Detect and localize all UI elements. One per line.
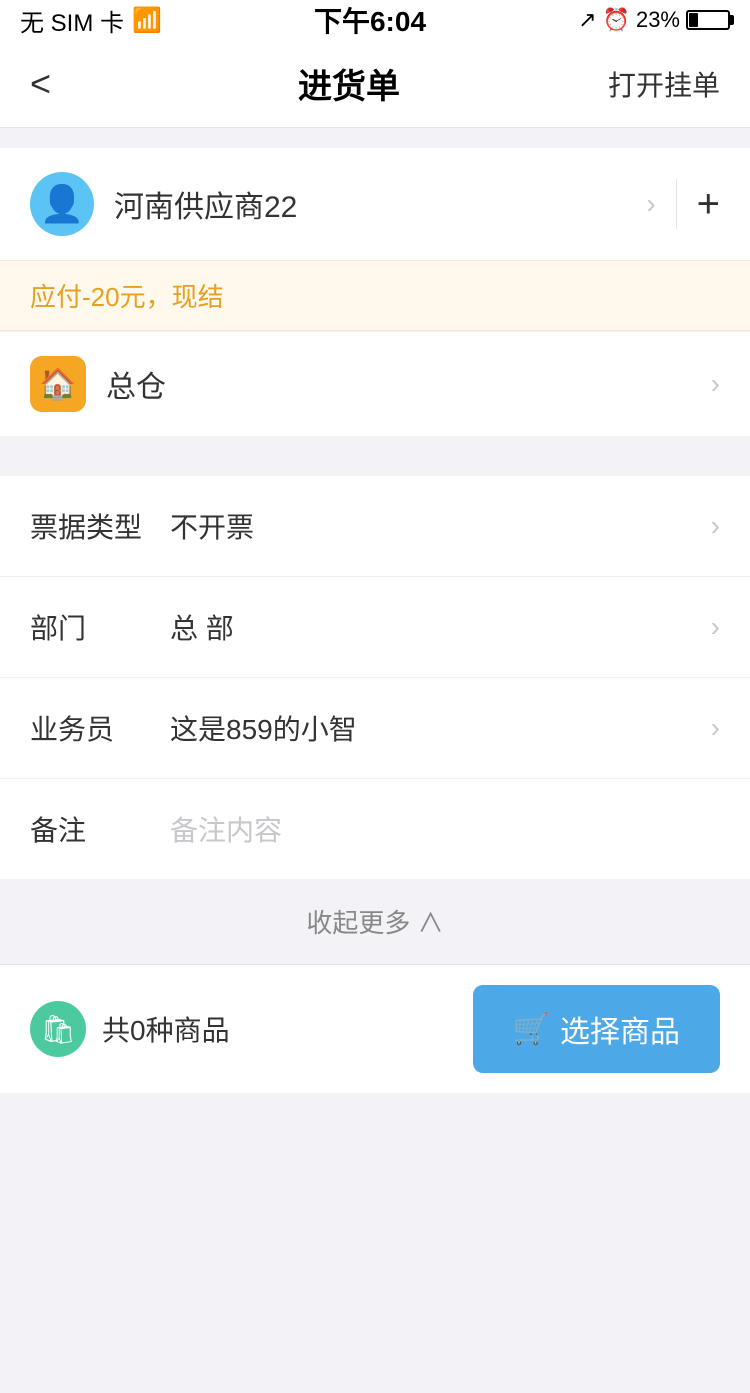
open-pending-button[interactable]: 打开挂单 xyxy=(608,64,720,104)
dept-row[interactable]: 部门 总 部 › xyxy=(0,577,750,678)
status-bar: 无 SIM 卡 📶 下午6:04 ↗ ⏰ 23% xyxy=(0,0,750,40)
add-button[interactable]: + xyxy=(697,182,720,227)
status-time: 下午6:04 xyxy=(314,0,426,40)
sales-label: 业务员 xyxy=(30,708,170,748)
person-icon: 👤 xyxy=(40,183,85,225)
page-title: 进货单 xyxy=(298,59,400,108)
bottom-bar: 🛍 共0种商品 🛒 选择商品 xyxy=(0,964,750,1093)
location-icon: ↗ xyxy=(578,7,596,33)
product-count-area: 🛍 共0种商品 xyxy=(30,1001,230,1057)
select-product-button[interactable]: 🛒 选择商品 xyxy=(473,985,720,1073)
alarm-icon: ⏰ xyxy=(603,7,630,33)
shopping-bag-icon: 🛍 xyxy=(40,1013,76,1046)
warehouse-arrow-icon: › xyxy=(711,368,720,400)
select-btn-label: 选择商品 xyxy=(560,1007,680,1051)
battery-label: 23% xyxy=(636,7,680,33)
sales-row[interactable]: 业务员 这是859的小智 › xyxy=(0,678,750,779)
nav-bar: < 进货单 打开挂单 xyxy=(0,40,750,128)
status-left: 无 SIM 卡 📶 xyxy=(20,3,162,38)
supplier-arrow-icon: › xyxy=(646,188,655,220)
select-icon: 🛒 xyxy=(513,1012,550,1047)
dept-value: 总 部 xyxy=(170,607,711,647)
notice-text: 应付-20元，现结 xyxy=(30,282,224,312)
form-section: 票据类型 不开票 › 部门 总 部 › 业务员 这是859的小智 › 备注 备注… xyxy=(0,476,750,879)
product-icon: 🛍 xyxy=(30,1001,86,1057)
invoice-row[interactable]: 票据类型 不开票 › xyxy=(0,476,750,577)
collapse-button[interactable]: 收起更多 ∧ xyxy=(306,903,443,940)
sales-value: 这是859的小智 xyxy=(170,708,711,748)
dept-arrow-icon: › xyxy=(711,611,720,643)
warehouse-row[interactable]: 🏠 总仓 › xyxy=(0,331,750,436)
house-icon: 🏠 xyxy=(39,367,76,402)
remark-row[interactable]: 备注 备注内容 xyxy=(0,779,750,879)
warehouse-name: 总仓 xyxy=(106,362,711,406)
notice-banner: 应付-20元，现结 xyxy=(0,260,750,331)
supplier-row[interactable]: 👤 河南供应商22 › + xyxy=(0,148,750,260)
remark-input[interactable]: 备注内容 xyxy=(170,809,720,849)
battery-icon xyxy=(686,10,730,30)
product-count-text: 共0种商品 xyxy=(102,1009,230,1049)
supplier-name: 河南供应商22 xyxy=(114,182,646,226)
invoice-label: 票据类型 xyxy=(30,506,170,546)
carrier-label: 无 SIM 卡 xyxy=(20,3,124,38)
wifi-icon: 📶 xyxy=(132,6,162,35)
divider-mid xyxy=(0,436,750,456)
invoice-arrow-icon: › xyxy=(711,510,720,542)
remark-label: 备注 xyxy=(30,809,170,849)
supplier-vertical-divider xyxy=(676,179,677,229)
status-right: ↗ ⏰ 23% xyxy=(578,7,730,33)
supplier-section: 👤 河南供应商22 › + 应付-20元，现结 🏠 总仓 › xyxy=(0,148,750,436)
back-button[interactable]: < xyxy=(30,63,90,105)
page-background xyxy=(0,1093,750,1393)
warehouse-icon: 🏠 xyxy=(30,356,86,412)
supplier-avatar: 👤 xyxy=(30,172,94,236)
divider-top xyxy=(0,128,750,148)
sales-arrow-icon: › xyxy=(711,712,720,744)
collapse-row[interactable]: 收起更多 ∧ xyxy=(0,879,750,964)
dept-label: 部门 xyxy=(30,607,170,647)
invoice-value: 不开票 xyxy=(170,506,711,546)
